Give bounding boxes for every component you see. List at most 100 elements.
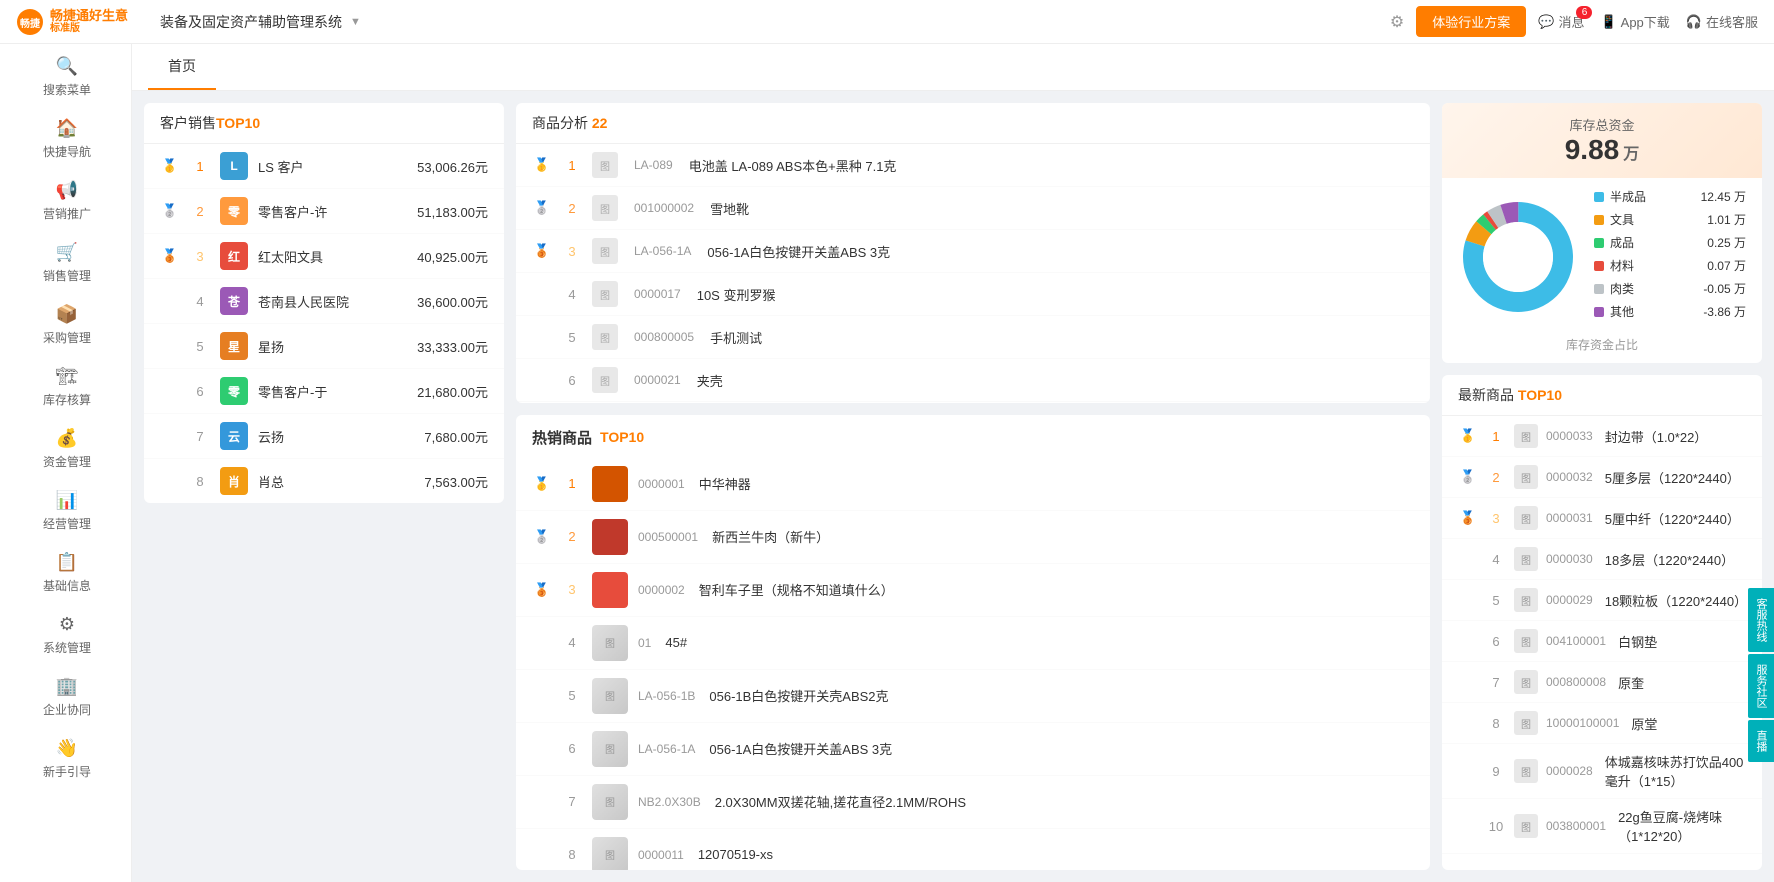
customer-ranking-table: 🥇 1 L LS 客户 53,006.26元 🥈 2 零 零售客户-许 51,1… [144,144,504,503]
hot-product-row: 4 图 01 45# [516,617,1430,670]
legend-value: 1.01 万 [1707,211,1746,228]
app-download-item[interactable]: 📱 App下载 [1600,12,1669,31]
guide-icon: 👋 [56,738,78,759]
sidebar-item-system[interactable]: ⚙ 系统管理 [0,602,131,664]
hot-product-row: 🥇 1 0000001 中华神器 [516,458,1430,511]
sidebar-item-inventory[interactable]: 🏗 库存核算 [0,354,131,416]
new-medal-icon: 🥇 [1458,428,1478,444]
customer-avatar: 零 [220,197,248,225]
hot-product-name: 45# [665,635,687,650]
sidebar-item-finance[interactable]: 💰 资金管理 [0,416,131,478]
legend-item: 文具 1.01 万 [1594,211,1746,228]
hot-rank-num: 5 [562,688,582,703]
new-product-image-placeholder: 图 [1514,588,1538,612]
customer-ranking-header: 客户销售TOP10 [144,103,504,144]
new-products-rows: 🥇 1 图 0000033 封边带（1.0*22） 🥈 2 图 0000032 … [1442,416,1762,854]
system-selector[interactable]: 装备及固定资产辅助管理系统 ▼ [160,12,1370,32]
rank-number: 3 [190,249,210,264]
hot-product-code: 000500001 [638,530,698,544]
legend-name: 其他 [1610,303,1697,320]
sidebar-item-search[interactable]: 🔍 搜索菜单 [0,44,131,106]
new-rank-number: 9 [1486,764,1506,779]
rank-number: 1 [190,159,210,174]
inventory-icon: 🏗 [56,366,79,387]
new-rank-number: 1 [1486,429,1506,444]
customer-ranking-card: 客户销售TOP10 🥇 1 L LS 客户 53,006.26元 🥈 2 零 零… [144,103,504,503]
hot-product-name: 12070519-xs [698,847,773,862]
new-product-image-placeholder: 图 [1514,506,1538,530]
new-product-name: 原奎 [1618,673,1746,692]
customer-amount: 36,600.00元 [417,292,488,311]
product-rank-num: 4 [562,287,582,302]
trial-button[interactable]: 体验行业方案 [1416,6,1526,37]
community-btn[interactable]: 服务社区 [1748,654,1774,718]
customer-ranking-title: 客户销售TOP10 [160,113,260,133]
sidebar-item-guide[interactable]: 👋 新手引导 [0,726,131,788]
new-product-code: 0000033 [1546,429,1593,443]
customer-name: 苍南县人民医院 [258,292,407,311]
legend-name: 半成品 [1610,188,1695,205]
message-icon: 💬 [1538,14,1554,30]
customer-service-btn[interactable]: 客服热线 [1748,588,1774,652]
new-rank-number: 7 [1486,675,1506,690]
sidebar-item-sales[interactable]: 🛒 销售管理 [0,230,131,292]
new-rank-number: 2 [1486,470,1506,485]
hot-product-code: LA-056-1A [638,742,695,756]
product-code: 0000021 [634,373,681,387]
right-column: 库存总资金 9.88万 [1442,103,1762,870]
legend-item: 材料 0.07 万 [1594,257,1746,274]
direct-btn[interactable]: 直播 [1748,720,1774,762]
settings-icon[interactable]: ⚙ [1390,12,1404,32]
customer-rank-row: 4 苍 苍南县人民医院 36,600.00元 [144,279,504,324]
legend-name: 材料 [1610,257,1701,274]
customer-avatar: 星 [220,332,248,360]
legend-item: 其他 -3.86 万 [1594,303,1746,320]
hot-product-name: 新西兰牛肉（新牛） [712,527,829,546]
legend-dot [1594,215,1604,225]
donut-area: 半成品 12.45 万 文具 1.01 万 成品 0.25 万 材料 0.07 … [1442,178,1762,336]
new-rank-number: 6 [1486,634,1506,649]
medal-icon: 🥈 [532,200,552,216]
medal-icon: 🥇 [160,158,180,174]
legend-item: 半成品 12.45 万 [1594,188,1746,205]
phone-icon: 📱 [1600,14,1616,30]
customer-name: LS 客户 [258,157,407,176]
customer-avatar: 肖 [220,467,248,495]
product-image-placeholder: 图 [592,731,628,767]
customer-avatar: 云 [220,422,248,450]
header-right: 💬 消息 6 📱 App下载 🎧 在线客服 [1538,12,1758,31]
product-name: 手机测试 [710,328,1414,347]
sidebar-item-company[interactable]: 🏢 企业协同 [0,664,131,726]
product-image-placeholder: 图 [592,281,618,307]
customer-amount: 51,183.00元 [417,202,488,221]
new-product-row: 7 图 000800008 原奎 [1442,662,1762,703]
new-product-name: 原堂 [1631,714,1746,733]
sidebar-item-nav[interactable]: 🏠 快捷导航 [0,106,131,168]
sidebar-item-purchase[interactable]: 📦 采购管理 [0,292,131,354]
product-image-placeholder: 图 [592,367,618,393]
customer-avatar: L [220,152,248,180]
purchase-icon: 📦 [56,304,78,325]
new-product-image-placeholder: 图 [1514,629,1538,653]
sidebar-item-marketing[interactable]: 📢 营销推广 [0,168,131,230]
product-image [592,572,628,608]
rank-number: 2 [190,204,210,219]
legend-dot [1594,307,1604,317]
legend-value: -3.86 万 [1703,303,1746,320]
hot-product-code: 01 [638,636,651,650]
legend-item: 成品 0.25 万 [1594,234,1746,251]
new-rank-number: 10 [1486,819,1506,834]
inventory-title: 库存总资金 [1458,115,1746,134]
product-sales-row: 🥈 2 图 001000002 雪地靴 [516,187,1430,230]
sidebar-item-operations[interactable]: 📊 经营管理 [0,478,131,540]
online-service-item[interactable]: 🎧 在线客服 [1686,12,1758,31]
rank-number: 8 [190,474,210,489]
sidebar: 🔍 搜索菜单 🏠 快捷导航 📢 营销推广 🛒 销售管理 📦 采购管理 🏗 库存核… [0,44,132,882]
new-product-name: 5厘多层（1220*2440） [1605,468,1746,487]
messages-icon-item[interactable]: 💬 消息 6 [1538,12,1584,31]
legend-value: 0.25 万 [1707,234,1746,251]
main-layout: 🔍 搜索菜单 🏠 快捷导航 📢 营销推广 🛒 销售管理 📦 采购管理 🏗 库存核… [0,44,1774,882]
sidebar-item-basic[interactable]: 📋 基础信息 [0,540,131,602]
tab-home[interactable]: 首页 [148,44,216,90]
customer-avatar: 红 [220,242,248,270]
